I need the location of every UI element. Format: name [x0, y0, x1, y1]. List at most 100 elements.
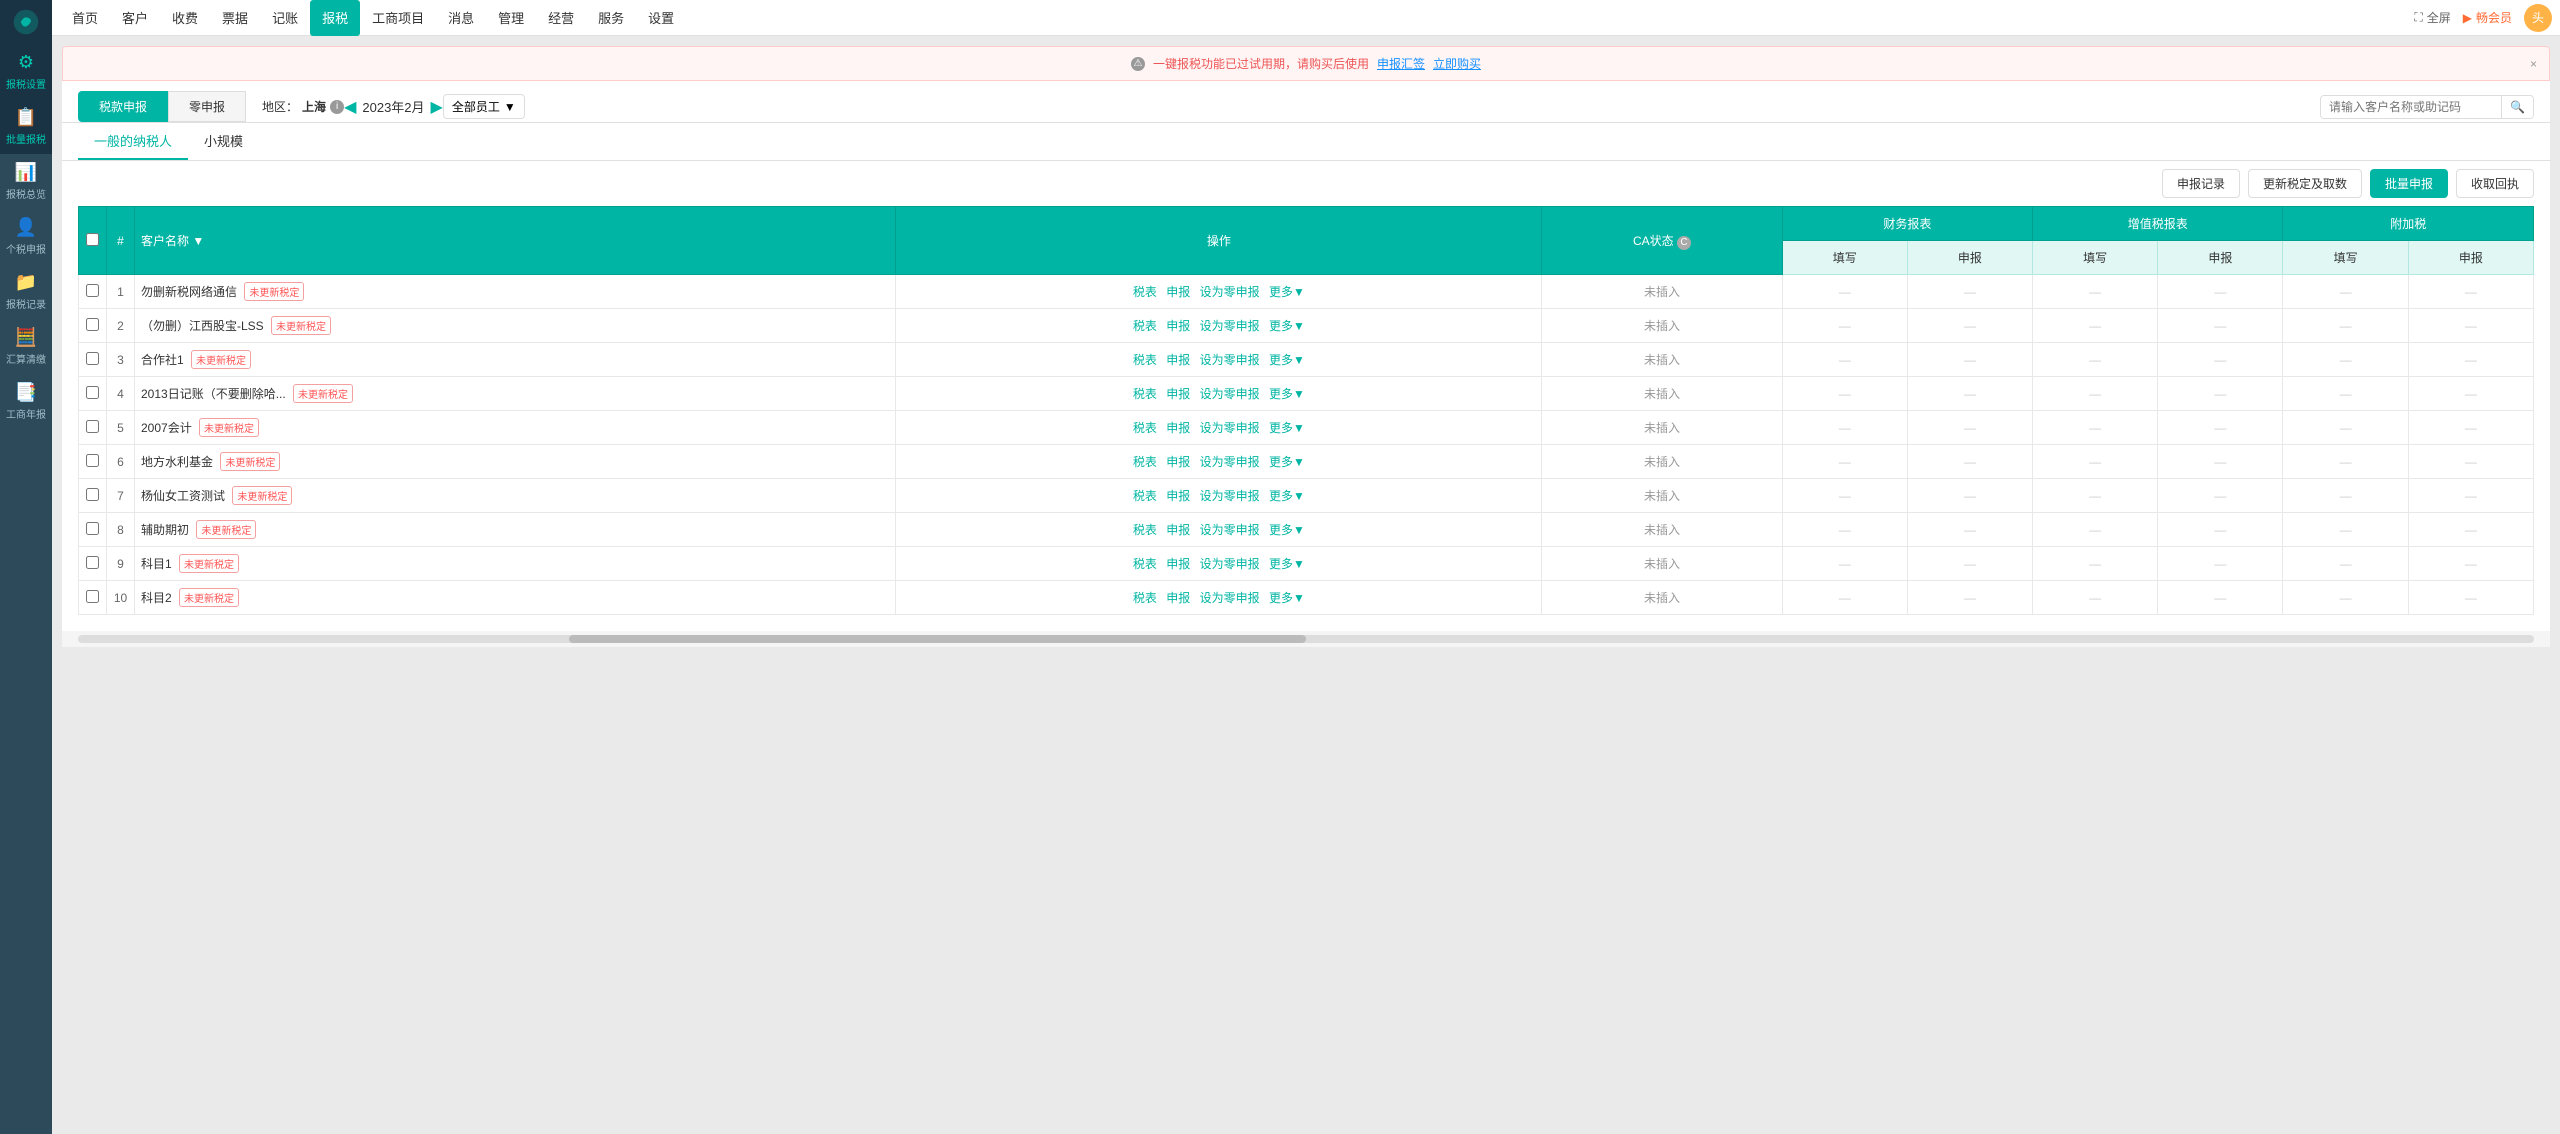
op-zero-1[interactable]: 设为零申报	[1200, 319, 1260, 333]
tab-zero-declaration[interactable]: 零申报	[168, 91, 246, 122]
record-button[interactable]: 申报记录	[2162, 169, 2240, 198]
op-more-3[interactable]: 更多▼	[1269, 387, 1305, 401]
op-tax-form-7[interactable]: 税表	[1133, 523, 1157, 537]
op-declare-2[interactable]: 申报	[1166, 353, 1190, 367]
sidebar-item-tax-settings[interactable]: ⚙ 报税设置	[0, 44, 52, 99]
op-more-1[interactable]: 更多▼	[1269, 319, 1305, 333]
op-zero-7[interactable]: 设为零申报	[1200, 523, 1260, 537]
horizontal-scrollbar[interactable]	[62, 631, 2550, 647]
upgrade-button[interactable]: ▶ 畅会员	[2463, 9, 2512, 26]
sidebar-item-personal-tax[interactable]: 👤 个税申报	[0, 209, 52, 264]
op-more-9[interactable]: 更多▼	[1269, 591, 1305, 605]
row-checkbox-6[interactable]	[86, 488, 99, 501]
row-checkbox-5[interactable]	[86, 454, 99, 467]
department-select[interactable]: 全部员工 ▼	[443, 94, 525, 119]
op-zero-8[interactable]: 设为零申报	[1200, 557, 1260, 571]
op-zero-2[interactable]: 设为零申报	[1200, 353, 1260, 367]
nav-bookkeeping[interactable]: 记账	[260, 0, 310, 36]
nav-tax[interactable]: 报税	[310, 0, 360, 36]
table-row: 9 科目1 未更新税定 税表 申报 设为零申报 更多▼ 未插入 — — — — …	[79, 547, 2534, 581]
tab-general-taxpayer[interactable]: 一般的纳税人	[78, 123, 188, 160]
op-declare-0[interactable]: 申报	[1166, 285, 1190, 299]
op-tax-form-3[interactable]: 税表	[1133, 387, 1157, 401]
nav-operation[interactable]: 经营	[536, 0, 586, 36]
op-declare-4[interactable]: 申报	[1166, 421, 1190, 435]
op-zero-6[interactable]: 设为零申报	[1200, 489, 1260, 503]
tab-small-scale[interactable]: 小规模	[188, 123, 259, 160]
op-zero-0[interactable]: 设为零申报	[1200, 285, 1260, 299]
tab-tax-declaration[interactable]: 税款申报	[78, 91, 168, 122]
search-input[interactable]	[2321, 96, 2501, 118]
op-zero-9[interactable]: 设为零申报	[1200, 591, 1260, 605]
scrollbar-thumb[interactable]	[569, 635, 1306, 643]
banner-close-button[interactable]: ×	[2530, 57, 2537, 71]
op-tax-form-4[interactable]: 税表	[1133, 421, 1157, 435]
banner-link-sign[interactable]: 申报汇签	[1377, 55, 1425, 72]
op-more-2[interactable]: 更多▼	[1269, 353, 1305, 367]
op-declare-3[interactable]: 申报	[1166, 387, 1190, 401]
row-checkbox-1[interactable]	[86, 318, 99, 331]
op-declare-8[interactable]: 申报	[1166, 557, 1190, 571]
op-tax-form-1[interactable]: 税表	[1133, 319, 1157, 333]
op-declare-7[interactable]: 申报	[1166, 523, 1190, 537]
op-more-8[interactable]: 更多▼	[1269, 557, 1305, 571]
nav-home[interactable]: 首页	[60, 0, 110, 36]
nav-billing[interactable]: 收费	[160, 0, 210, 36]
row-checkbox-3[interactable]	[86, 386, 99, 399]
user-avatar[interactable]: 头	[2524, 4, 2552, 32]
search-button[interactable]: 🔍	[2501, 96, 2533, 118]
nav-invoice[interactable]: 票据	[210, 0, 260, 36]
op-zero-3[interactable]: 设为零申报	[1200, 387, 1260, 401]
row-checkbox-0[interactable]	[86, 284, 99, 297]
op-declare-1[interactable]: 申报	[1166, 319, 1190, 333]
op-more-5[interactable]: 更多▼	[1269, 455, 1305, 469]
batch-declare-button[interactable]: 批量申报	[2370, 169, 2448, 198]
sidebar-logo[interactable]	[0, 0, 52, 44]
op-more-7[interactable]: 更多▼	[1269, 523, 1305, 537]
op-tax-form-2[interactable]: 税表	[1133, 353, 1157, 367]
nav-business[interactable]: 工商项目	[360, 0, 436, 36]
op-declare-6[interactable]: 申报	[1166, 489, 1190, 503]
ca-info-icon[interactable]: C	[1677, 236, 1691, 250]
nav-service[interactable]: 服务	[586, 0, 636, 36]
nav-message[interactable]: 消息	[436, 0, 486, 36]
row-checkbox-2[interactable]	[86, 352, 99, 365]
sidebar-item-annual-report[interactable]: 📑 工商年报	[0, 374, 52, 429]
row-ca-6: 未插入	[1542, 479, 1782, 513]
op-more-6[interactable]: 更多▼	[1269, 489, 1305, 503]
date-prev-button[interactable]: ◀	[344, 97, 356, 117]
sidebar-item-tax-records[interactable]: 📁 报税记录	[0, 264, 52, 319]
op-zero-4[interactable]: 设为零申报	[1200, 421, 1260, 435]
sidebar-item-tax-overview[interactable]: 📊 报税总览	[0, 154, 52, 209]
sort-icon[interactable]: ▼	[192, 234, 204, 248]
op-declare-5[interactable]: 申报	[1166, 455, 1190, 469]
scrollbar-track[interactable]	[78, 635, 2534, 643]
region-info-icon[interactable]: i	[330, 100, 344, 114]
op-tax-form-6[interactable]: 税表	[1133, 489, 1157, 503]
sidebar-item-calc-clear[interactable]: 🧮 汇算清缴	[0, 319, 52, 374]
op-more-0[interactable]: 更多▼	[1269, 285, 1305, 299]
collect-receipt-button[interactable]: 收取回执	[2456, 169, 2534, 198]
op-more-4[interactable]: 更多▼	[1269, 421, 1305, 435]
op-tax-form-0[interactable]: 税表	[1133, 285, 1157, 299]
row-checkbox-9[interactable]	[86, 590, 99, 603]
row-checkbox-7[interactable]	[86, 522, 99, 535]
row-checkbox-4[interactable]	[86, 420, 99, 433]
row-f2-3: —	[1907, 377, 2032, 411]
nav-manage[interactable]: 管理	[486, 0, 536, 36]
op-zero-5[interactable]: 设为零申报	[1200, 455, 1260, 469]
update-button[interactable]: 更新税定及取数	[2248, 169, 2362, 198]
row-checkbox-8[interactable]	[86, 556, 99, 569]
fullscreen-button[interactable]: ⛶ 全屏	[2414, 9, 2450, 26]
nav-settings[interactable]: 设置	[636, 0, 686, 36]
select-all-checkbox[interactable]	[86, 233, 99, 246]
sidebar-item-batch-tax[interactable]: 📋 批量报税	[0, 99, 52, 154]
op-tax-form-5[interactable]: 税表	[1133, 455, 1157, 469]
row-tag-5: 未更新税定	[220, 452, 280, 471]
op-tax-form-9[interactable]: 税表	[1133, 591, 1157, 605]
nav-client[interactable]: 客户	[110, 0, 160, 36]
banner-link-buy[interactable]: 立即购买	[1433, 55, 1481, 72]
op-tax-form-8[interactable]: 税表	[1133, 557, 1157, 571]
op-declare-9[interactable]: 申报	[1166, 591, 1190, 605]
date-next-button[interactable]: ▶	[431, 97, 443, 117]
